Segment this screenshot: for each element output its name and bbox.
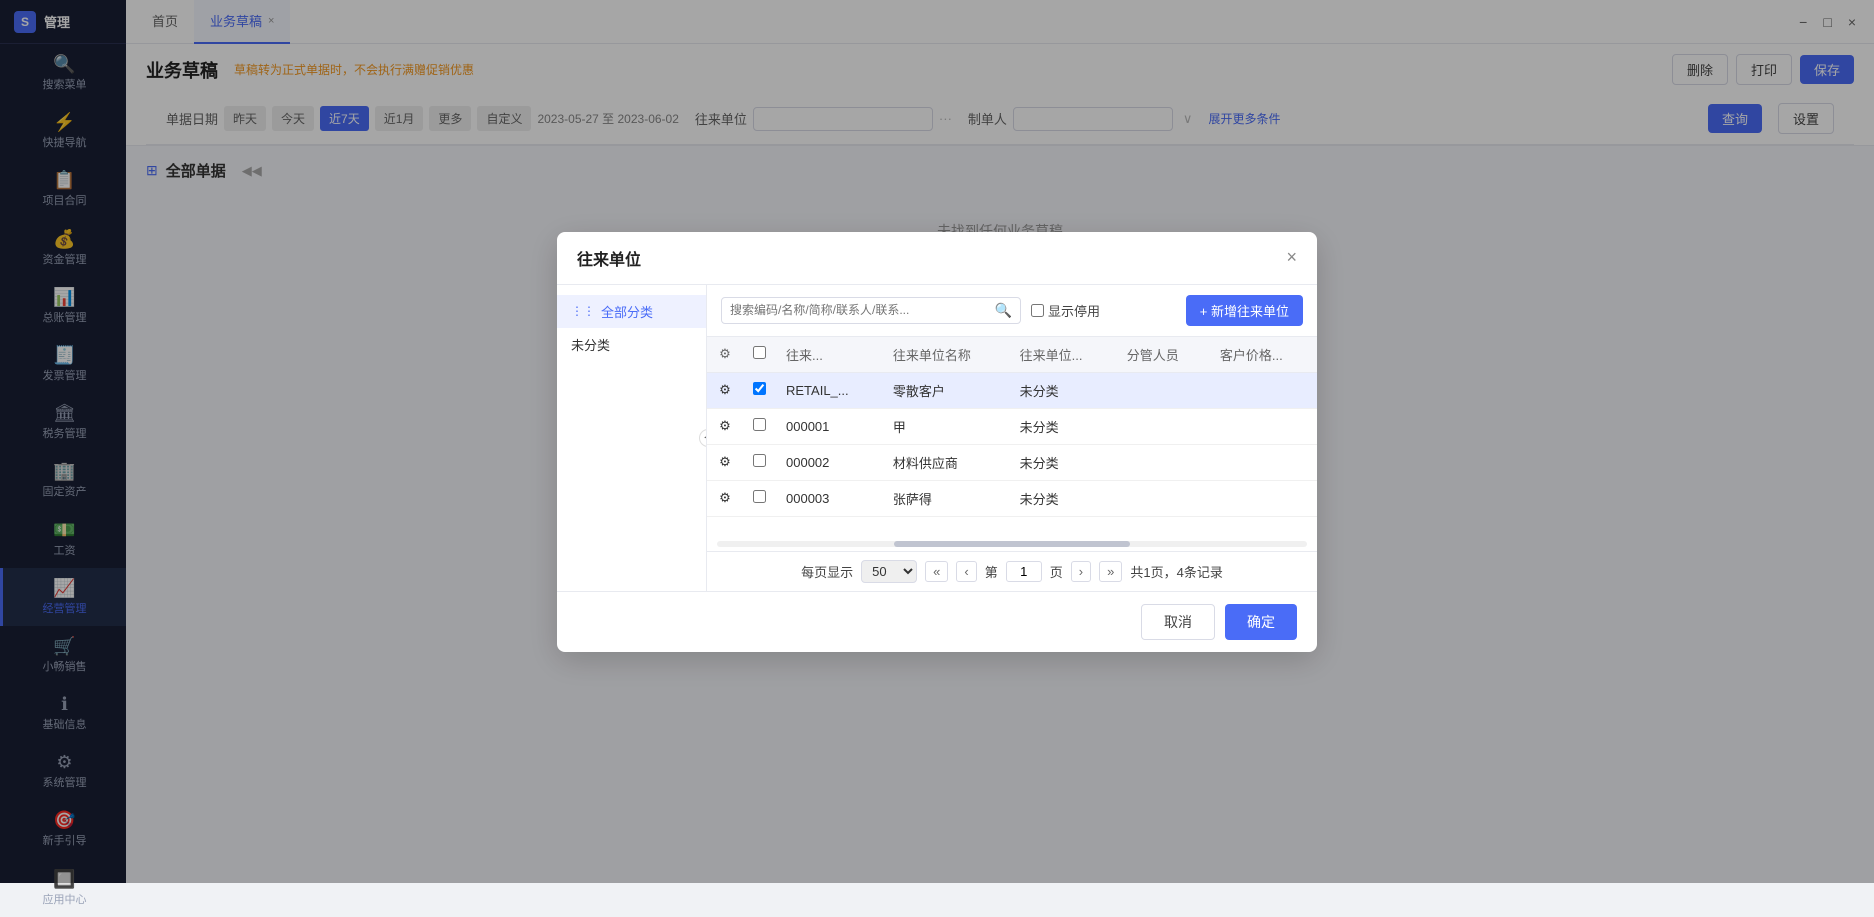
row-select-checkbox[interactable] (753, 382, 766, 395)
col-header-checkbox (743, 337, 776, 373)
row-price-3 (1210, 444, 1317, 480)
page-word: 第 (985, 562, 998, 581)
category-uncategorized[interactable]: 未分类 (557, 328, 706, 361)
row-manager-1 (1117, 372, 1210, 408)
uncategorized-label: 未分类 (571, 338, 610, 353)
table-header-row: ⚙ 往来... 往来单位名称 往来单位... 分管人员 客户价格... (707, 337, 1317, 373)
confirm-button[interactable]: 确定 (1225, 604, 1297, 640)
prev-page-button[interactable]: ‹ (956, 561, 976, 582)
show-disabled-checkbox[interactable] (1031, 304, 1044, 317)
dialog-body: ⋮⋮ 全部分类 未分类 ◀ 🔍 显示停用 (557, 285, 1317, 591)
sidebar-item-label: 应用中心 (43, 894, 87, 907)
row-manager-4 (1117, 480, 1210, 516)
col-header-price: 客户价格... (1210, 337, 1317, 373)
dialog-toolbar: 🔍 显示停用 + 新增往来单位 (707, 285, 1317, 337)
col-header-code: 往来... (776, 337, 883, 373)
category-panel: ⋮⋮ 全部分类 未分类 ◀ (557, 285, 707, 591)
row-category-1: 未分类 (1010, 372, 1117, 408)
partner-table-wrap: ⚙ 往来... 往来单位名称 往来单位... 分管人员 客户价格... (707, 337, 1317, 537)
row-settings: ⚙ (707, 408, 743, 444)
show-disabled-label: 显示停用 (1048, 301, 1100, 320)
show-disabled-checkbox-group: 显示停用 (1031, 301, 1100, 320)
add-partner-button[interactable]: + 新增往来单位 (1186, 295, 1303, 326)
col-header-manager: 分管人员 (1117, 337, 1210, 373)
col-header-name: 往来单位名称 (883, 337, 1010, 373)
row-name-2: 甲 (883, 408, 1010, 444)
dialog-footer: 取消 确定 (557, 591, 1317, 652)
page-number-input[interactable] (1006, 561, 1042, 582)
row-name-1: 零散客户 (883, 372, 1010, 408)
row-category-4: 未分类 (1010, 480, 1117, 516)
partner-dialog: 往来单位 × ⋮⋮ 全部分类 未分类 ◀ (557, 232, 1317, 652)
row-checkbox-4 (743, 480, 776, 516)
pagination: 每页显示 50 100 « ‹ 第 页 › » 共1页，4条记录 (707, 551, 1317, 591)
search-input[interactable] (730, 303, 991, 317)
row-settings: ⚙ (707, 444, 743, 480)
row-name-4: 张萨得 (883, 480, 1010, 516)
row-code-4: 000003 (776, 480, 883, 516)
table-row[interactable]: ⚙ 000001 甲 未分类 (707, 408, 1317, 444)
next-page-button[interactable]: › (1071, 561, 1091, 582)
row-price-2 (1210, 408, 1317, 444)
row-select-checkbox[interactable] (753, 418, 766, 431)
row-select-checkbox[interactable] (753, 454, 766, 467)
partner-table: ⚙ 往来... 往来单位名称 往来单位... 分管人员 客户价格... (707, 337, 1317, 517)
row-code-3: 000002 (776, 444, 883, 480)
table-row[interactable]: ⚙ 000003 张萨得 未分类 (707, 480, 1317, 516)
row-price-1 (1210, 372, 1317, 408)
dialog-header: 往来单位 × (557, 232, 1317, 285)
panel-collapse-button[interactable]: ◀ (699, 429, 707, 447)
per-page-label: 每页显示 (801, 562, 853, 581)
total-records: 共1页，4条记录 (1130, 562, 1222, 581)
modal-overlay[interactable]: 往来单位 × ⋮⋮ 全部分类 未分类 ◀ (0, 0, 1874, 883)
row-checkbox-3 (743, 444, 776, 480)
page-label: 页 (1050, 562, 1063, 581)
search-icon: 🔍 (995, 302, 1012, 319)
col-header-settings: ⚙ (707, 337, 743, 373)
last-page-button[interactable]: » (1099, 561, 1122, 582)
row-code-1: RETAIL_... (776, 372, 883, 408)
scrollbar-thumb[interactable] (894, 541, 1130, 547)
select-all-checkbox[interactable] (753, 346, 766, 359)
row-settings: ⚙ (707, 480, 743, 516)
dialog-right-panel: 🔍 显示停用 + 新增往来单位 ⚙ (707, 285, 1317, 591)
row-checkbox-1 (743, 372, 776, 408)
dialog-close-button[interactable]: × (1286, 247, 1297, 268)
row-code-2: 000001 (776, 408, 883, 444)
category-all-label: 全部分类 (601, 302, 653, 321)
row-settings: ⚙ (707, 372, 743, 408)
horizontal-scrollbar[interactable] (717, 541, 1307, 547)
table-row[interactable]: ⚙ 000002 材料供应商 未分类 (707, 444, 1317, 480)
category-grid-icon: ⋮⋮ (571, 304, 595, 318)
row-manager-2 (1117, 408, 1210, 444)
per-page-select[interactable]: 50 100 (861, 560, 917, 583)
row-price-4 (1210, 480, 1317, 516)
row-manager-3 (1117, 444, 1210, 480)
row-category-3: 未分类 (1010, 444, 1117, 480)
row-name-3: 材料供应商 (883, 444, 1010, 480)
row-category-2: 未分类 (1010, 408, 1117, 444)
col-header-category: 往来单位... (1010, 337, 1117, 373)
row-checkbox-2 (743, 408, 776, 444)
category-all[interactable]: ⋮⋮ 全部分类 (557, 295, 706, 328)
dialog-title: 往来单位 (577, 246, 641, 270)
table-row[interactable]: ⚙ RETAIL_... 零散客户 未分类 (707, 372, 1317, 408)
first-page-button[interactable]: « (925, 561, 948, 582)
search-box: 🔍 (721, 297, 1021, 324)
row-select-checkbox[interactable] (753, 490, 766, 503)
cancel-button[interactable]: 取消 (1141, 604, 1215, 640)
